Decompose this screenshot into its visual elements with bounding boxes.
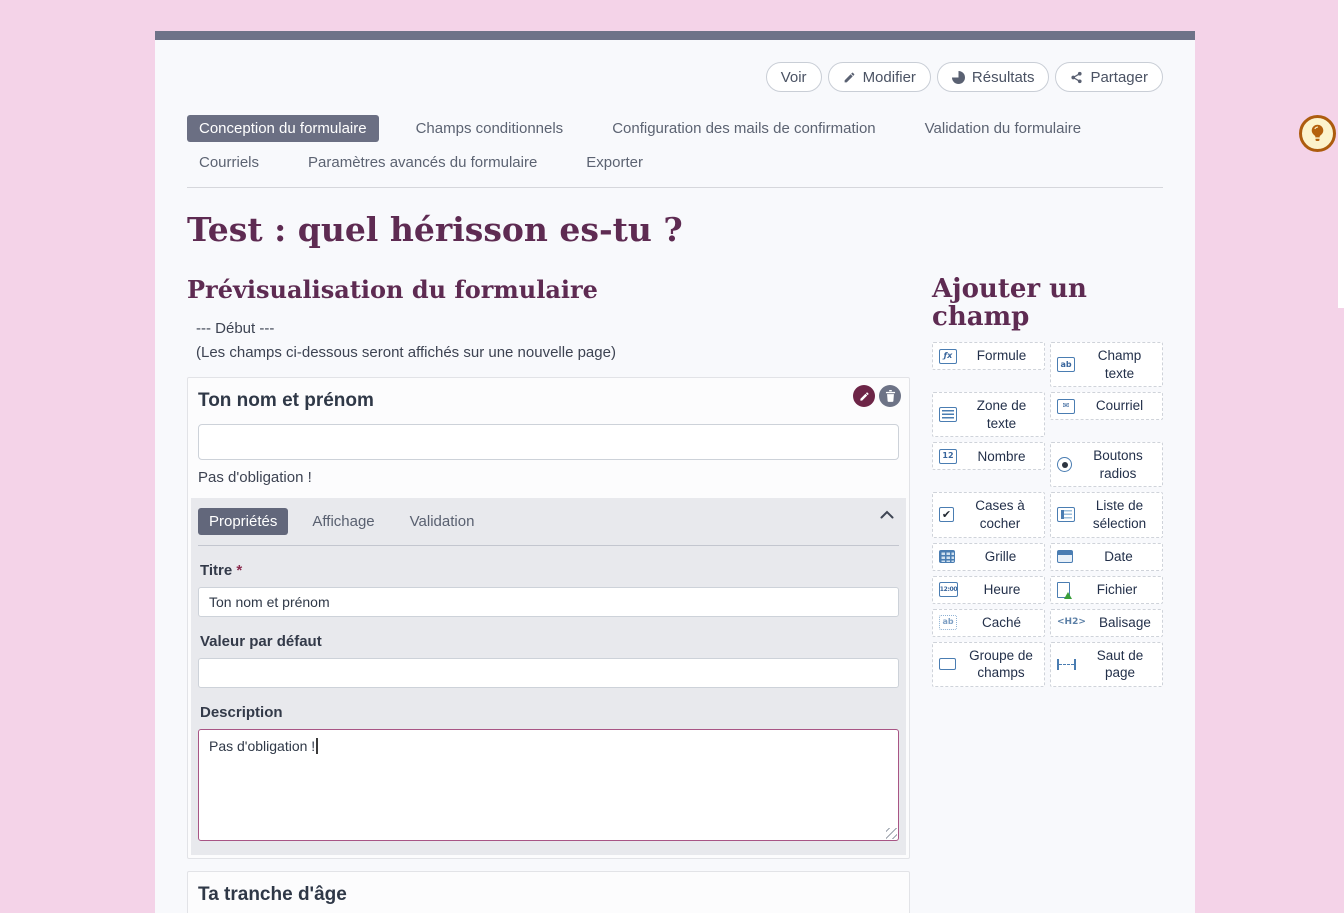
add-date-button[interactable]: Date	[1050, 543, 1163, 571]
tab-parametres-avances[interactable]: Paramètres avancés du formulaire	[296, 149, 549, 176]
description-textarea-value: Pas d'obligation !	[209, 738, 315, 754]
field-edit-icon[interactable]	[853, 385, 875, 407]
grid-icon	[939, 550, 955, 563]
markup-icon: <H2>	[1057, 615, 1086, 630]
property-editor-tabs: Propriétés Affichage Validation	[198, 508, 899, 546]
tab-validation[interactable]: Validation	[399, 508, 486, 535]
tab-proprietes[interactable]: Propriétés	[198, 508, 288, 535]
add-heure-button[interactable]: 12:00 Heure	[932, 576, 1045, 604]
help-button[interactable]	[1299, 115, 1336, 152]
select-icon	[1057, 507, 1075, 522]
add-groupe-de-champs-button[interactable]: Groupe de champs	[932, 642, 1045, 687]
number-icon: 12	[939, 449, 957, 464]
tab-courriels[interactable]: Courriels	[187, 149, 271, 176]
add-saut-de-page-button[interactable]: Saut de page	[1050, 642, 1163, 687]
builder-tabs: Conception du formulaire Champs conditio…	[187, 115, 1163, 176]
field-label: Ta tranche d'âge	[198, 884, 899, 906]
add-zone-de-texte-button[interactable]: Zone de texte	[932, 392, 1045, 437]
pencil-icon	[843, 71, 856, 84]
radio-icon	[1057, 457, 1072, 472]
results-button-label: Résultats	[972, 69, 1035, 86]
textarea-icon	[939, 407, 957, 422]
add-boutons-radios-button[interactable]: Boutons radios	[1050, 442, 1163, 487]
share-icon	[1070, 71, 1083, 84]
default-value-label: Valeur par défaut	[200, 633, 899, 650]
pagebreak-icon	[1057, 659, 1076, 670]
pie-chart-icon	[952, 71, 965, 84]
share-button-label: Partager	[1090, 69, 1148, 86]
scrollbar-track	[1338, 0, 1344, 308]
tab-champs-conditionnels[interactable]: Champs conditionnels	[404, 115, 576, 142]
field-property-editor: Propriétés Affichage Validation Titre * …	[191, 498, 906, 855]
share-button[interactable]: Partager	[1055, 62, 1163, 92]
add-champ-texte-button[interactable]: ab Champ texte	[1050, 342, 1163, 387]
time-icon: 12:00	[939, 582, 958, 597]
form-builder-panel: Voir Modifier Résultats Partager Conce	[155, 31, 1195, 913]
email-icon: ✉	[1057, 399, 1075, 414]
field-description-text: Pas d'obligation !	[188, 460, 909, 486]
date-icon	[1057, 550, 1073, 563]
page-title: Test : quel hérisson es-tu ?	[187, 210, 1163, 249]
view-mode-actions: Voir Modifier Résultats Partager	[187, 62, 1163, 92]
add-field-heading: Ajouter un champ	[932, 275, 1107, 331]
field-delete-icon[interactable]	[879, 385, 901, 407]
fieldset-icon	[939, 658, 956, 670]
tab-configuration-mails[interactable]: Configuration des mails de confirmation	[600, 115, 887, 142]
textfield-icon: ab	[1057, 357, 1075, 372]
view-button-label: Voir	[781, 69, 807, 86]
field-type-palette: ƒx Formule ab Champ texte Zone de texte …	[932, 342, 1163, 686]
tab-exporter[interactable]: Exporter	[574, 149, 655, 176]
description-textarea[interactable]: Pas d'obligation !	[198, 729, 899, 841]
tab-affichage[interactable]: Affichage	[301, 508, 385, 535]
lightbulb-icon	[1309, 124, 1326, 143]
pagebreak-note: (Les champs ci-dessous seront affichés s…	[196, 344, 910, 361]
results-button[interactable]: Résultats	[937, 62, 1050, 92]
description-label: Description	[200, 704, 899, 721]
file-icon	[1057, 582, 1070, 598]
add-balisage-button[interactable]: <H2> Balisage	[1050, 609, 1163, 637]
preview-heading: Prévisualisation du formulaire	[187, 275, 910, 304]
add-grille-button[interactable]: Grille	[932, 543, 1045, 571]
tab-validation-du-formulaire[interactable]: Validation du formulaire	[913, 115, 1093, 142]
add-cache-button[interactable]: ab Caché	[932, 609, 1045, 637]
title-input[interactable]	[198, 587, 899, 617]
required-marker: *	[236, 562, 242, 579]
add-formule-button[interactable]: ƒx Formule	[932, 342, 1045, 370]
add-courriel-button[interactable]: ✉ Courriel	[1050, 392, 1163, 420]
default-value-input[interactable]	[198, 658, 899, 688]
field-card-nom-prenom: Ton nom et prénom Pas d'obligation ! Pro…	[187, 377, 910, 859]
edit-button[interactable]: Modifier	[828, 62, 931, 92]
add-liste-de-selection-button[interactable]: Liste de sélection	[1050, 492, 1163, 537]
add-cases-a-cocher-button[interactable]: ✔ Cases à cocher	[932, 492, 1045, 537]
field-preview-input[interactable]	[198, 424, 899, 460]
add-fichier-button[interactable]: Fichier	[1050, 576, 1163, 604]
title-field-label: Titre *	[200, 562, 899, 579]
formula-icon: ƒx	[939, 349, 957, 364]
panel-top-accent-bar	[155, 31, 1195, 40]
text-caret	[316, 738, 318, 754]
add-field-sidebar: Ajouter un champ ƒx Formule ab Champ tex…	[932, 275, 1163, 687]
chevron-up-icon[interactable]	[880, 510, 894, 519]
checkbox-icon: ✔	[939, 507, 954, 522]
field-card-tranche-age: Ta tranche d'âge	[187, 871, 910, 913]
view-button[interactable]: Voir	[766, 62, 822, 92]
pagebreak-start-label: --- Début ---	[196, 320, 910, 337]
edit-button-label: Modifier	[863, 69, 916, 86]
hidden-icon: ab	[939, 615, 957, 630]
add-nombre-button[interactable]: 12 Nombre	[932, 442, 1045, 470]
tabs-divider	[187, 187, 1163, 188]
field-label: Ton nom et prénom	[198, 390, 899, 412]
textarea-resize-handle[interactable]	[886, 828, 897, 839]
tab-conception-du-formulaire[interactable]: Conception du formulaire	[187, 115, 379, 142]
